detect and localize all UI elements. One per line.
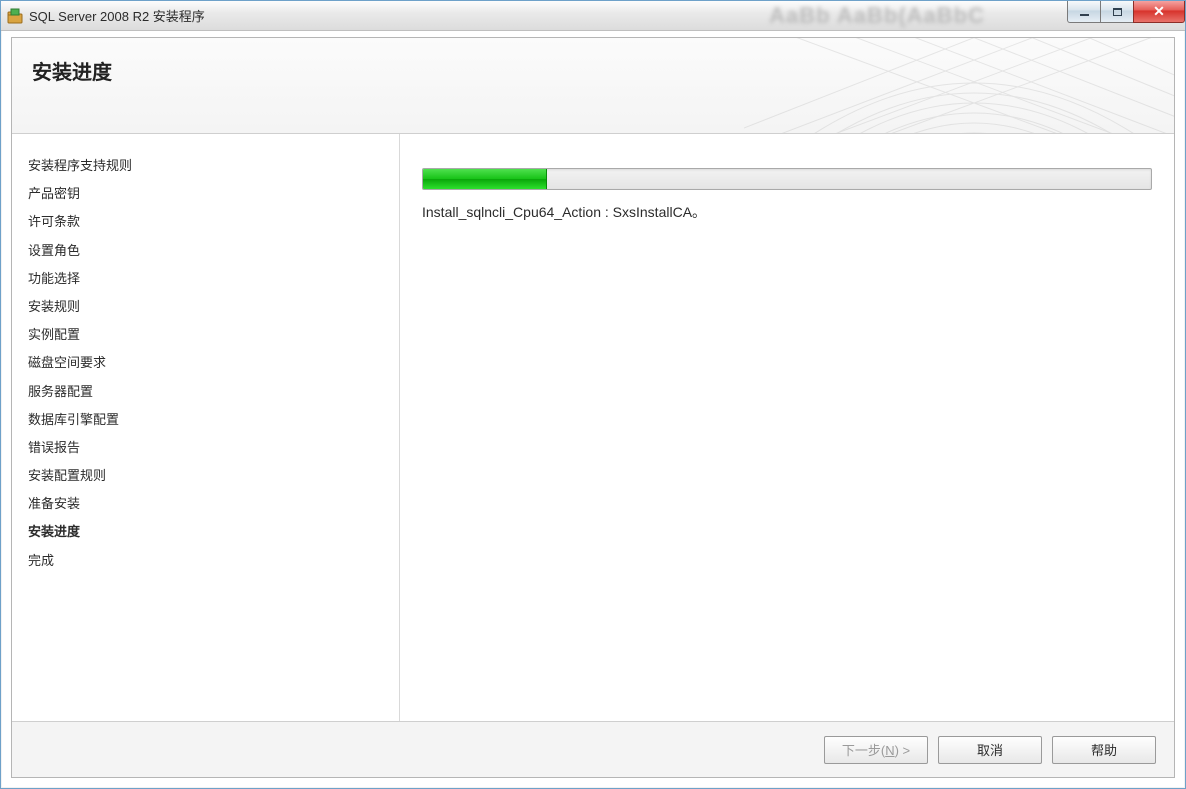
wizard-frame: 安装进度 安装程序支持规则产品密钥许可条款设置角色功能选择安装规则实例配置磁盘空…	[11, 37, 1175, 778]
minimize-button[interactable]	[1067, 1, 1101, 23]
sidebar-step[interactable]: 准备安装	[28, 490, 399, 518]
app-icon	[7, 8, 23, 24]
sidebar-step[interactable]: 错误报告	[28, 434, 399, 462]
installer-window: AaBb AaBb(AaBbC SQL Server 2008 R2 安装程序 …	[0, 0, 1186, 789]
next-button-suffix: ) >	[895, 743, 911, 758]
sidebar-step[interactable]: 安装规则	[28, 293, 399, 321]
wizard-sidebar: 安装程序支持规则产品密钥许可条款设置角色功能选择安装规则实例配置磁盘空间要求服务…	[12, 134, 400, 721]
next-button[interactable]: 下一步(N) >	[824, 736, 928, 764]
wizard-content: 安装程序支持规则产品密钥许可条款设置角色功能选择安装规则实例配置磁盘空间要求服务…	[12, 134, 1174, 721]
page-title: 安装进度	[12, 38, 1174, 85]
window-controls: ✕	[1068, 1, 1185, 23]
sidebar-step[interactable]: 许可条款	[28, 208, 399, 236]
sidebar-step[interactable]: 功能选择	[28, 265, 399, 293]
sidebar-step[interactable]: 安装进度	[28, 518, 399, 546]
sidebar-step[interactable]: 实例配置	[28, 321, 399, 349]
help-button[interactable]: 帮助	[1052, 736, 1156, 764]
wizard-main: Install_sqlncli_Cpu64_Action : SxsInstal…	[400, 134, 1174, 721]
window-title: SQL Server 2008 R2 安装程序	[29, 6, 205, 25]
next-button-prefix: 下一步(	[842, 743, 885, 758]
progress-status-text: Install_sqlncli_Cpu64_Action : SxsInstal…	[422, 202, 1152, 222]
wizard-footer: 下一步(N) > 取消 帮助	[12, 721, 1174, 777]
wizard-header: 安装进度	[12, 38, 1174, 134]
close-button[interactable]: ✕	[1133, 1, 1185, 23]
next-button-hotkey: N	[885, 743, 894, 758]
progress-bar	[422, 168, 1152, 190]
sidebar-step[interactable]: 完成	[28, 547, 399, 575]
progress-fill	[423, 169, 547, 189]
sidebar-step[interactable]: 服务器配置	[28, 378, 399, 406]
sidebar-step[interactable]: 设置角色	[28, 237, 399, 265]
sidebar-step[interactable]: 安装程序支持规则	[28, 152, 399, 180]
cancel-button[interactable]: 取消	[938, 736, 1042, 764]
sidebar-step[interactable]: 数据库引擎配置	[28, 406, 399, 434]
sidebar-step[interactable]: 安装配置规则	[28, 462, 399, 490]
sidebar-step[interactable]: 磁盘空间要求	[28, 349, 399, 377]
sidebar-step[interactable]: 产品密钥	[28, 180, 399, 208]
titlebar-blur-decor: AaBb AaBb(AaBbC	[201, 1, 1005, 30]
maximize-button[interactable]	[1100, 1, 1134, 23]
titlebar[interactable]: AaBb AaBb(AaBbC SQL Server 2008 R2 安装程序 …	[1, 1, 1185, 31]
